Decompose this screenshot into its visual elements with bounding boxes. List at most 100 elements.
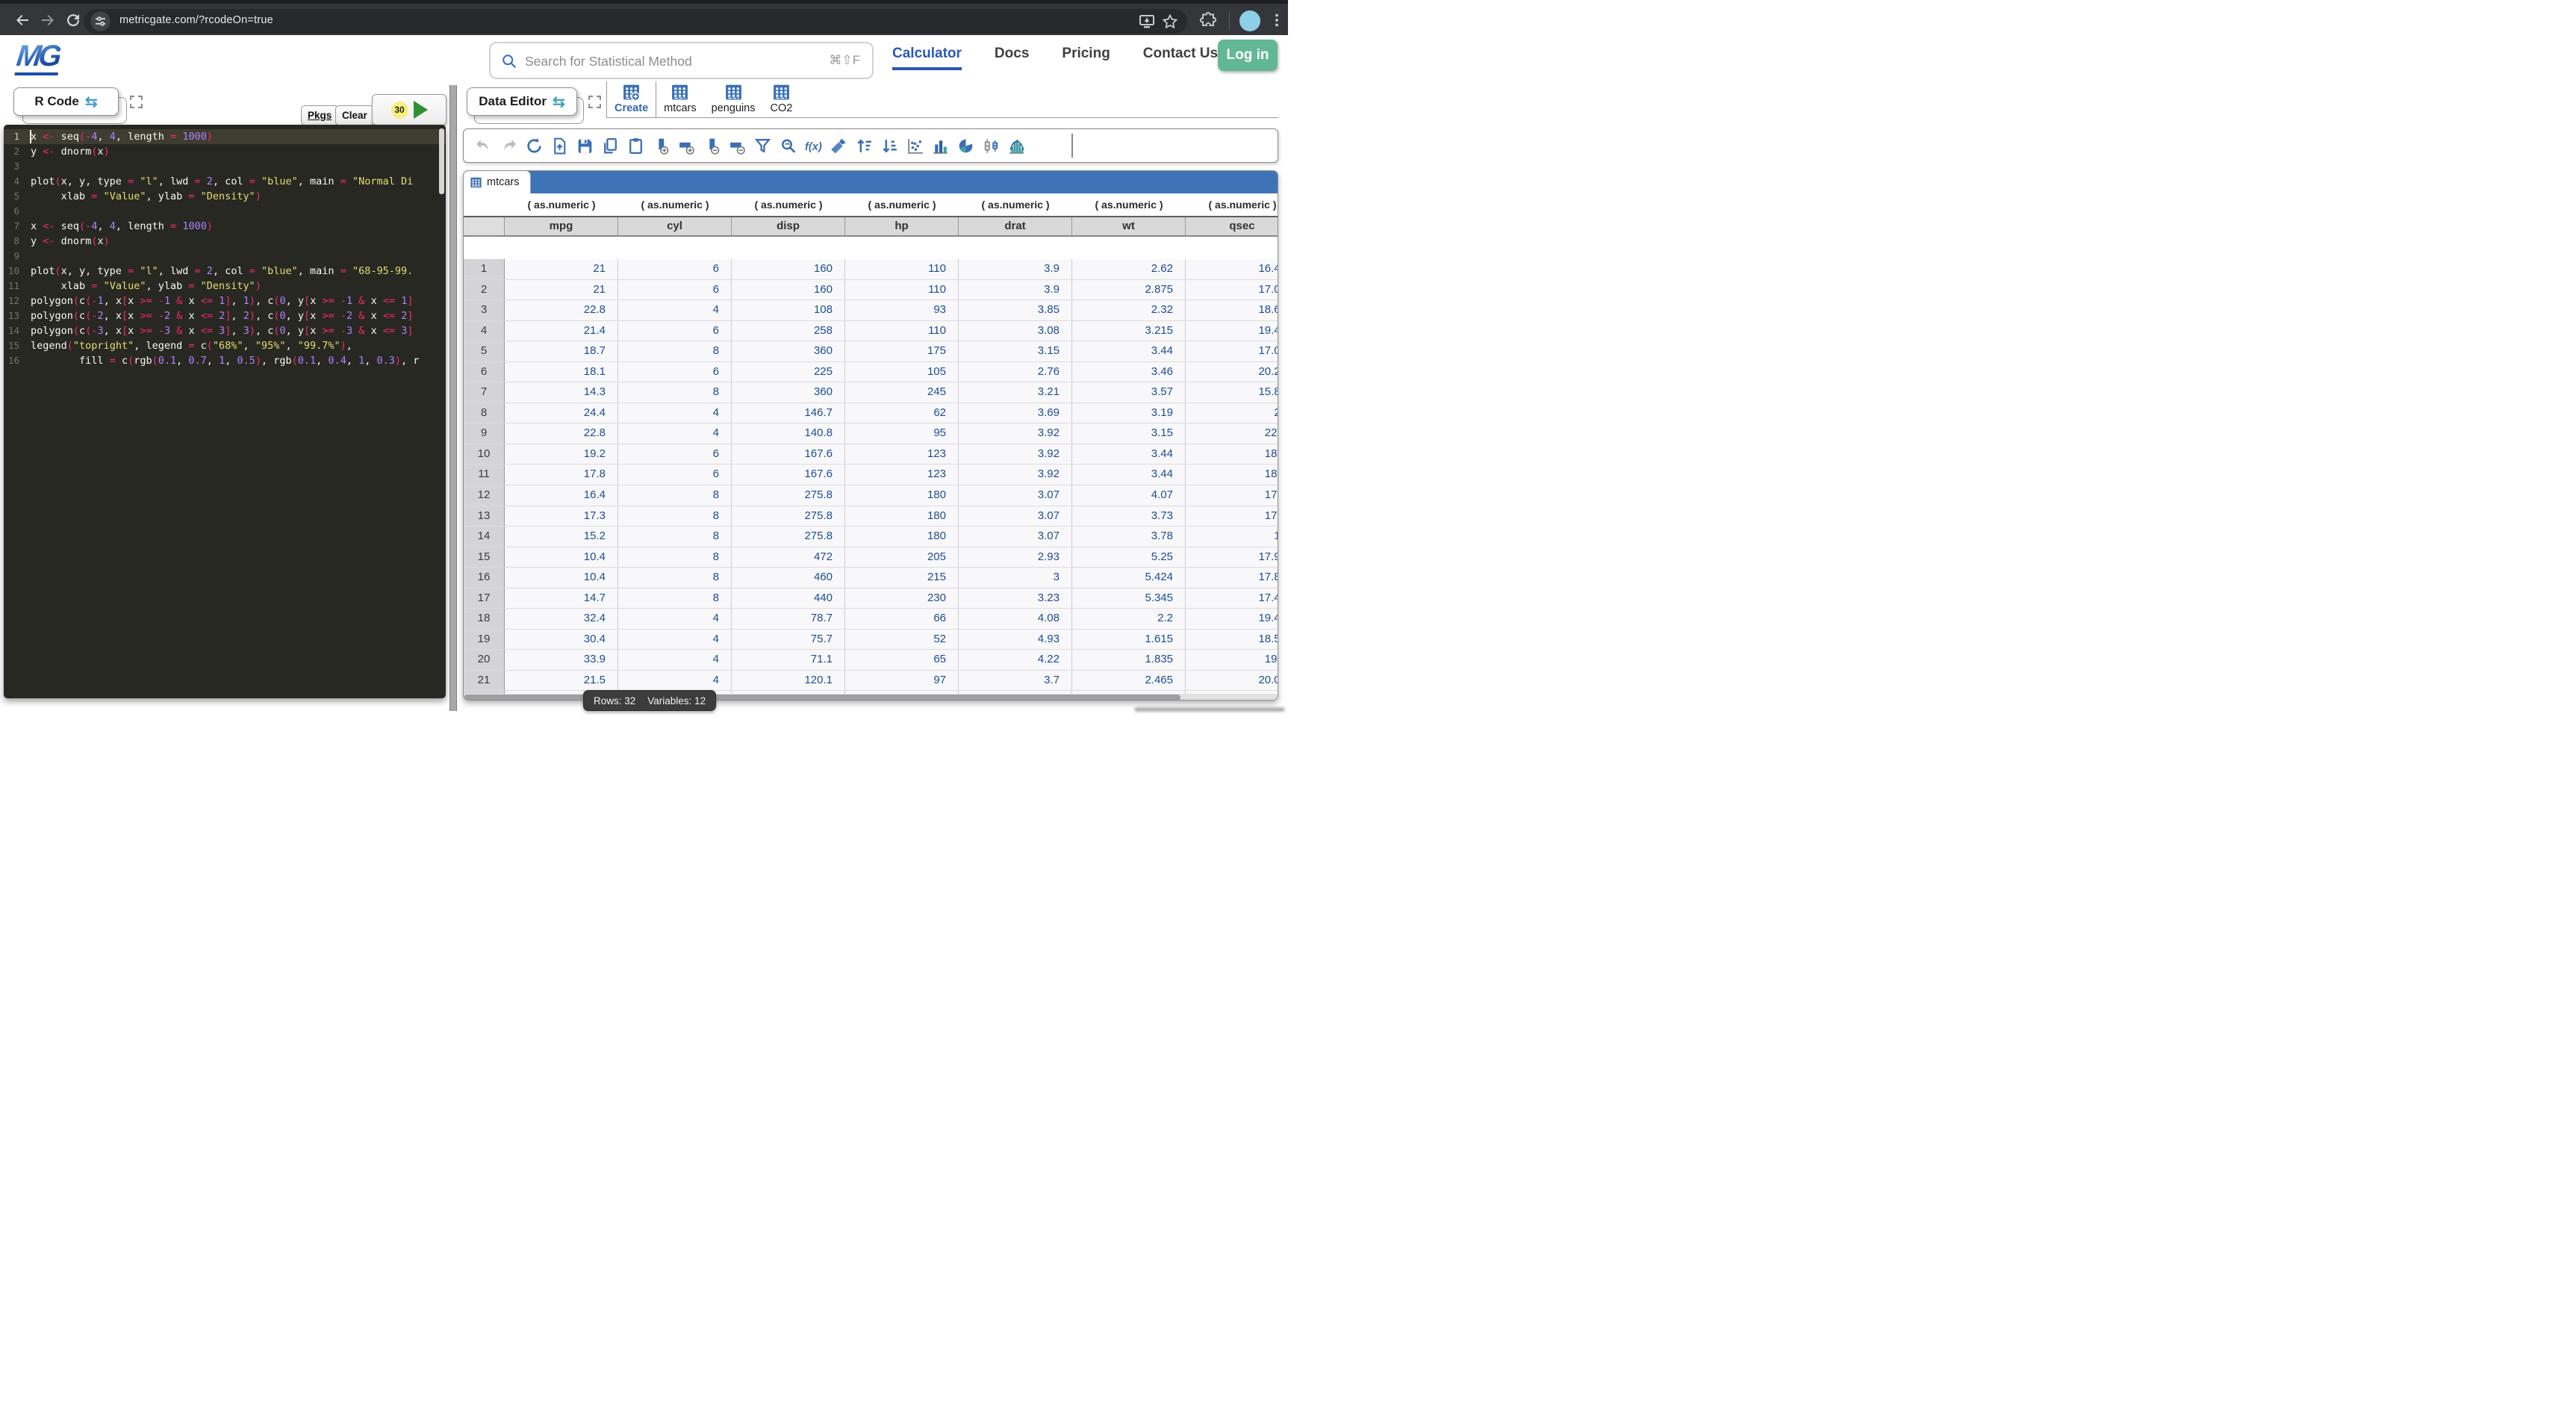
cell[interactable]: 205 (845, 547, 959, 568)
cell[interactable]: 3.92 (959, 465, 1072, 485)
cell[interactable]: 17.98 (1186, 547, 1278, 568)
cell[interactable]: 21.5 (505, 670, 618, 691)
cell[interactable]: 21 (505, 279, 618, 300)
cell[interactable]: 3.7 (959, 670, 1072, 691)
nav-link-docs[interactable]: Docs (995, 46, 1029, 67)
cell[interactable]: 14.7 (505, 588, 618, 609)
cell[interactable]: 123 (845, 444, 959, 465)
cell[interactable]: 3.07 (959, 485, 1072, 506)
cell[interactable]: 22.9 (1186, 423, 1278, 444)
row-number[interactable]: 8 (464, 403, 505, 423)
cell[interactable]: 93 (845, 300, 959, 320)
r-code-panel-tab[interactable]: R Code ⇆ (13, 87, 119, 116)
cell[interactable]: 3.19 (1072, 403, 1186, 423)
row-number[interactable]: 16 (464, 568, 505, 588)
code-line[interactable]: 5 xlab = "Value", ylab = "Density") (4, 189, 446, 204)
cell[interactable]: 8 (618, 547, 732, 568)
cell[interactable]: 5.424 (1072, 568, 1186, 588)
logo[interactable]: MG (14, 40, 62, 75)
cell[interactable]: 105 (845, 361, 959, 382)
cell[interactable]: 225 (732, 361, 845, 382)
code-line[interactable]: 2 y <- dnorm(x) (4, 144, 446, 159)
clean-icon[interactable] (830, 137, 848, 155)
row-number[interactable]: 11 (464, 465, 505, 485)
cell[interactable]: 275.8 (732, 506, 845, 527)
cell[interactable]: 120.1 (732, 670, 845, 691)
cell[interactable]: 3.9 (959, 279, 1072, 300)
cell[interactable]: 6 (618, 320, 732, 341)
row-number[interactable]: 21 (464, 670, 505, 691)
packages-button[interactable]: Pkgs (301, 105, 339, 125)
cell[interactable]: 167.6 (732, 465, 845, 485)
cell[interactable]: 4.22 (959, 650, 1072, 670)
row-number[interactable]: 10 (464, 444, 505, 465)
cell[interactable]: 146.7 (732, 403, 845, 423)
cell[interactable]: 17.82 (1186, 568, 1278, 588)
cell[interactable]: 4 (618, 423, 732, 444)
sort-ascending-icon[interactable] (855, 137, 874, 155)
sort-descending-icon[interactable] (880, 137, 899, 155)
cell[interactable]: 230 (845, 588, 959, 609)
cell[interactable]: 71.1 (732, 650, 845, 670)
url-text[interactable]: metricgate.com/?rcodeOn=true (119, 14, 273, 26)
cell[interactable]: 1.835 (1072, 650, 1186, 670)
column-type-cell[interactable]: ( as.numeric ) (505, 199, 618, 211)
row-number[interactable]: 5 (464, 341, 505, 361)
cell[interactable]: 8 (618, 588, 732, 609)
cell[interactable]: 3.92 (959, 423, 1072, 444)
cell[interactable]: 8 (618, 506, 732, 527)
cell[interactable]: 33.9 (505, 650, 618, 670)
cell[interactable]: 215 (845, 568, 959, 588)
cell[interactable]: 460 (732, 568, 845, 588)
row-number[interactable]: 14 (464, 527, 505, 547)
histogram-icon[interactable] (1007, 137, 1026, 155)
search-box[interactable]: ⌘⇧F (489, 42, 874, 79)
cell[interactable]: 2.76 (959, 361, 1072, 382)
formula-icon[interactable]: f(x) (804, 137, 823, 155)
cell[interactable]: 3.44 (1072, 341, 1186, 361)
code-line[interactable]: 7 x <- seq(-4, 4, length = 1000) (4, 219, 446, 234)
cell[interactable]: 30.4 (505, 629, 618, 650)
nav-link-pricing[interactable]: Pricing (1062, 46, 1110, 67)
site-settings-icon[interactable] (90, 11, 111, 31)
bookmark-star-icon[interactable] (1161, 13, 1179, 31)
cell[interactable]: 17.8 (505, 465, 618, 485)
cell[interactable]: 275.8 (732, 485, 845, 506)
cell[interactable]: 4.93 (959, 629, 1072, 650)
cell[interactable]: 110 (845, 320, 959, 341)
cell[interactable]: 2.465 (1072, 670, 1186, 691)
paste-icon[interactable] (626, 137, 645, 155)
cell[interactable]: 3.44 (1072, 465, 1186, 485)
cell[interactable]: 3.07 (959, 527, 1072, 547)
box-plot-icon[interactable] (982, 137, 1001, 155)
row-number[interactable]: 17 (464, 588, 505, 609)
cell[interactable]: 108 (732, 300, 845, 320)
cell[interactable]: 18 (1186, 527, 1278, 547)
row-number[interactable]: 20 (464, 650, 505, 670)
clear-button[interactable]: Clear (335, 105, 374, 125)
nav-link-contact-us[interactable]: Contact Us (1143, 46, 1218, 67)
add-row-icon[interactable] (677, 137, 696, 155)
redo-icon[interactable] (500, 137, 518, 155)
cell[interactable]: 3.85 (959, 300, 1072, 320)
row-number[interactable]: 15 (464, 547, 505, 568)
delete-row-icon[interactable] (728, 137, 747, 155)
cell[interactable]: 14.3 (505, 382, 618, 403)
code-line[interactable]: 10 plot(x, y, type = "l", lwd = 2, col = … (4, 264, 446, 279)
cell[interactable]: 2.62 (1072, 259, 1186, 279)
cell[interactable]: 17.6 (1186, 506, 1278, 527)
expand-corners-icon[interactable] (128, 94, 144, 110)
row-number[interactable]: 4 (464, 320, 505, 341)
column-type-cell[interactable]: ( as.numeric ) (1072, 199, 1186, 211)
code-line[interactable]: 14 polygon(c(-3, x[x >= -3 & x <= 3], 3),… (4, 323, 446, 338)
cell[interactable]: 3.92 (959, 444, 1072, 465)
dataset-tab-mtcars[interactable]: mtcars (656, 81, 704, 117)
row-number[interactable]: 12 (464, 485, 505, 506)
cell[interactable]: 2.93 (959, 547, 1072, 568)
dataset-tab-co2[interactable]: CO2 (763, 81, 800, 117)
cell[interactable]: 17.02 (1186, 280, 1278, 300)
cell[interactable]: 78.7 (732, 609, 845, 629)
data-editor-panel-tab[interactable]: Data Editor ⇆ (467, 87, 577, 116)
cell[interactable]: 15.2 (505, 527, 618, 547)
add-column-icon[interactable] (652, 137, 671, 155)
